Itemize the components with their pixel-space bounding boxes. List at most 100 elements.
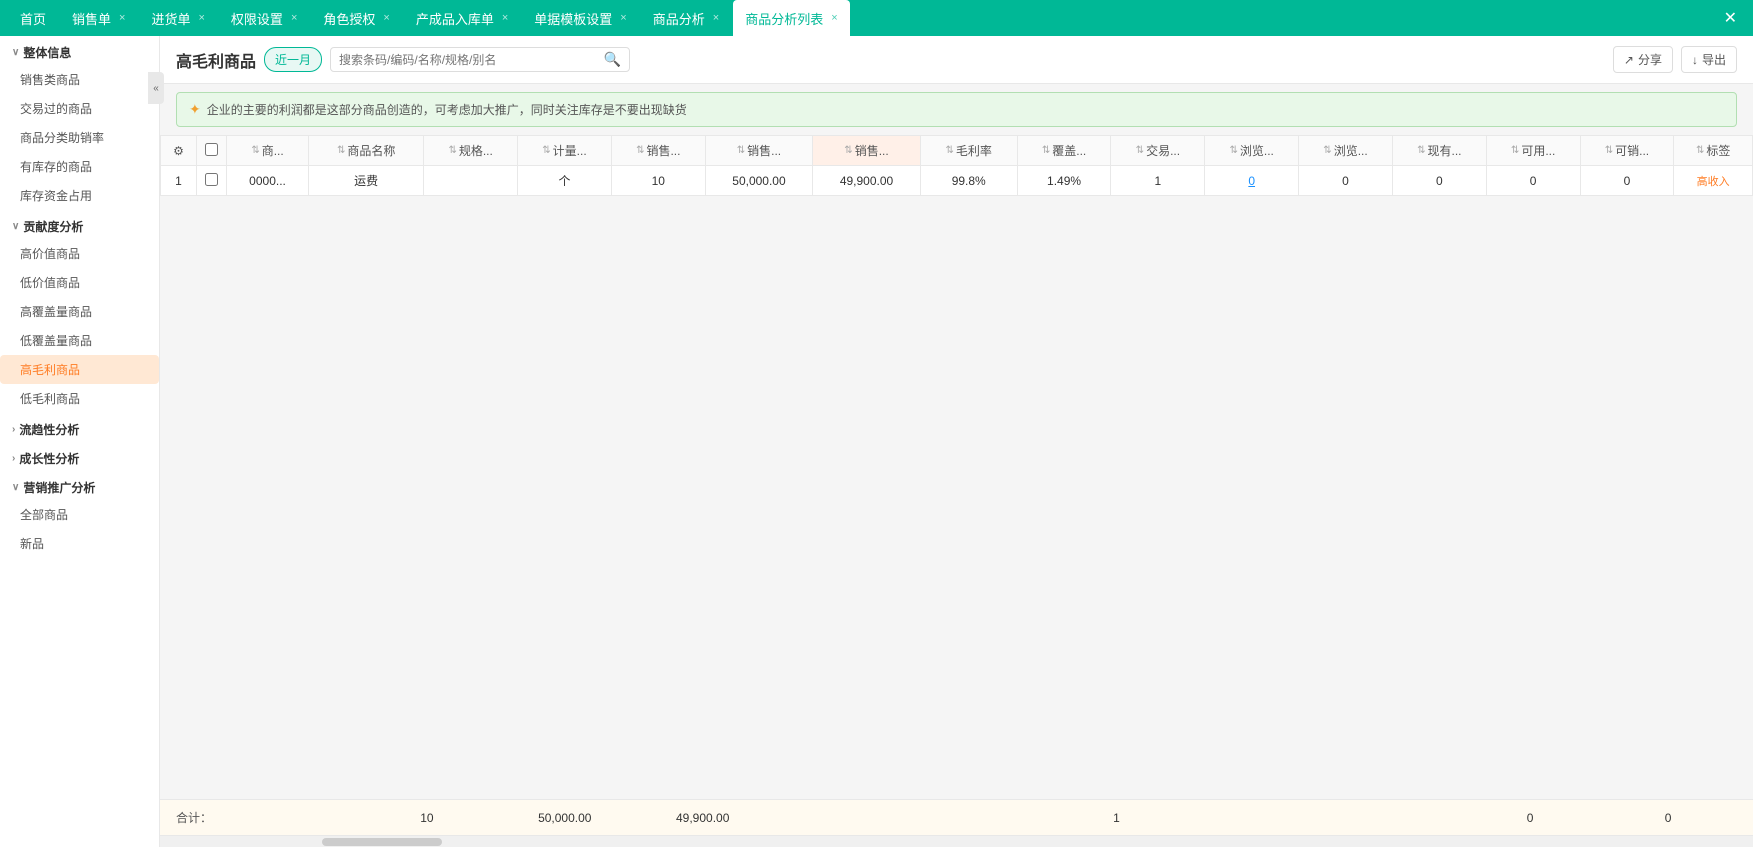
search-icon[interactable]: 🔍: [604, 51, 621, 68]
close-purchase-order[interactable]: ×: [198, 12, 204, 24]
col-unit-sort: ⇅: [542, 145, 550, 156]
settings-icon: ⚙: [173, 144, 184, 158]
cell-gross-rate: 99.8%: [920, 166, 1017, 196]
col-unit[interactable]: ⇅ 计量...: [518, 136, 612, 166]
close-product-analysis[interactable]: ×: [713, 12, 719, 24]
sidebar-item-all-goods[interactable]: 全部商品: [0, 500, 159, 529]
col-sales-qty[interactable]: ⇅ 销售...: [611, 136, 705, 166]
sidebar-group-growth-arrow: ›: [12, 453, 15, 464]
close-template[interactable]: ×: [620, 12, 626, 24]
nav-permission-settings[interactable]: 权限设置 ×: [219, 0, 309, 36]
close-product-analysis-list[interactable]: ×: [831, 12, 837, 24]
col-current[interactable]: ⇅ 现有...: [1392, 136, 1486, 166]
nav-product-analysis[interactable]: 商品分析 ×: [641, 0, 731, 36]
sidebar-item-inventory-goods[interactable]: 有库存的商品: [0, 152, 159, 181]
info-banner: ✦ 企业的主要的利润都是这部分商品创造的，可考虑加大推广，同时关注库存是不要出现…: [176, 92, 1737, 127]
sidebar-item-low-margin[interactable]: 低毛利商品: [0, 384, 159, 413]
col-coverage-sort: ⇅: [1042, 145, 1050, 156]
sidebar-collapse-button[interactable]: «: [148, 72, 164, 104]
col-sales-qty-sort: ⇅: [636, 145, 644, 156]
sidebar-group-growth[interactable]: › 成长性分析: [0, 442, 159, 471]
sidebar-group-trend[interactable]: › 流趋性分析: [0, 413, 159, 442]
col-settings[interactable]: ⚙: [161, 136, 197, 166]
cell-sales-qty: 10: [611, 166, 705, 196]
nav-purchase-order[interactable]: 进货单 ×: [139, 0, 216, 36]
search-input[interactable]: [339, 53, 600, 67]
share-button[interactable]: ↗ 分享: [1613, 46, 1673, 73]
col-salable[interactable]: ⇅ 可销...: [1580, 136, 1674, 166]
col-browse2-sort: ⇅: [1323, 145, 1331, 156]
col-name[interactable]: ⇅ 商品名称: [309, 136, 424, 166]
col-sales-cost[interactable]: ⇅ 销售...: [813, 136, 921, 166]
table-container: ⚙ ⇅ 商... ⇅: [160, 135, 1753, 799]
sidebar-item-high-value[interactable]: 高价值商品: [0, 239, 159, 268]
cell-available: 0: [1486, 166, 1580, 196]
select-all-checkbox[interactable]: [205, 143, 218, 156]
sidebar-item-inventory-capital[interactable]: 库存资金占用: [0, 181, 159, 210]
close-permission[interactable]: ×: [291, 12, 297, 24]
col-transaction-sort: ⇅: [1136, 145, 1144, 156]
close-sales-order[interactable]: ×: [119, 12, 125, 24]
col-tag-sort: ⇅: [1696, 145, 1704, 156]
info-icon: ✦: [189, 101, 201, 118]
nav-sales-order[interactable]: 销售单 ×: [60, 0, 137, 36]
nav-role-auth[interactable]: 角色授权 ×: [311, 0, 401, 36]
col-browse1-sort: ⇅: [1229, 145, 1237, 156]
sidebar-group-contribution[interactable]: ∨ 贡献度分析: [0, 210, 159, 239]
cell-salable: 0: [1580, 166, 1674, 196]
cell-coverage: 1.49%: [1017, 166, 1111, 196]
footer-available: 0: [1628, 811, 1708, 825]
export-button[interactable]: ↓ 导出: [1681, 46, 1737, 73]
nav-template-settings[interactable]: 单据模板设置 ×: [522, 0, 638, 36]
col-browse1[interactable]: ⇅ 浏览...: [1205, 136, 1299, 166]
sidebar-item-low-coverage[interactable]: 低覆盖量商品: [0, 326, 159, 355]
col-code[interactable]: ⇅ 商...: [227, 136, 309, 166]
sidebar-item-low-value[interactable]: 低价值商品: [0, 268, 159, 297]
share-icon: ↗: [1624, 53, 1634, 67]
col-transaction[interactable]: ⇅ 交易...: [1111, 136, 1205, 166]
col-tag[interactable]: ⇅ 标签: [1674, 136, 1753, 166]
footer-sales-amount: 50,000.00: [525, 811, 605, 825]
filter-recent-month[interactable]: 近一月: [264, 47, 322, 72]
col-coverage[interactable]: ⇅ 覆盖...: [1017, 136, 1111, 166]
col-available-sort: ⇅: [1511, 145, 1519, 156]
sidebar-group-marketing[interactable]: ∨ 营销推广分析: [0, 471, 159, 500]
close-product-inbound[interactable]: ×: [502, 12, 508, 24]
sidebar-group-overall[interactable]: ∨ 整体信息: [0, 36, 159, 65]
horizontal-scrollbar[interactable]: [160, 835, 1753, 847]
scrollbar-thumb[interactable]: [322, 838, 442, 846]
cell-tag: 高收入: [1674, 166, 1753, 196]
row-checkbox[interactable]: [205, 173, 218, 186]
top-navigation: 首页 销售单 × 进货单 × 权限设置 × 角色授权 × 产成品入库单 × 单据…: [0, 0, 1753, 36]
sidebar-item-category-assist[interactable]: 商品分类助销率: [0, 123, 159, 152]
col-spec-sort: ⇅: [448, 145, 456, 156]
col-spec[interactable]: ⇅ 规格...: [424, 136, 518, 166]
sidebar-item-high-margin[interactable]: 高毛利商品: [0, 355, 159, 384]
col-available[interactable]: ⇅ 可用...: [1486, 136, 1580, 166]
nav-home[interactable]: 首页: [8, 0, 58, 36]
sidebar-item-sales-goods[interactable]: 销售类商品: [0, 65, 159, 94]
window-close-button[interactable]: ✕: [1716, 8, 1745, 28]
col-sales-amount[interactable]: ⇅ 销售...: [705, 136, 813, 166]
nav-product-inbound[interactable]: 产成品入库单 ×: [404, 0, 520, 36]
col-gross-rate-sort: ⇅: [946, 145, 954, 156]
sidebar-item-high-coverage[interactable]: 高覆盖量商品: [0, 297, 159, 326]
close-role-auth[interactable]: ×: [383, 12, 389, 24]
sidebar: ∨ 整体信息 销售类商品 交易过的商品 商品分类助销率 有库存的商品 库存资金占…: [0, 36, 160, 847]
col-browse2[interactable]: ⇅ 浏览...: [1299, 136, 1393, 166]
cell-unit: 个: [518, 166, 612, 196]
cell-spec: [424, 166, 518, 196]
col-gross-rate[interactable]: ⇅ 毛利率: [920, 136, 1017, 166]
col-sales-amount-sort: ⇅: [737, 145, 745, 156]
sidebar-item-new-goods[interactable]: 新品: [0, 529, 159, 558]
cell-browse1[interactable]: 0: [1205, 166, 1299, 196]
search-box: 🔍: [330, 47, 630, 72]
content-area: 高毛利商品 近一月 🔍 ↗ 分享 ↓ 导出 ✦ 企业的主: [160, 36, 1753, 847]
col-current-sort: ⇅: [1417, 145, 1425, 156]
main-layout: ∨ 整体信息 销售类商品 交易过的商品 商品分类助销率 有库存的商品 库存资金占…: [0, 36, 1753, 847]
sidebar-item-traded-goods[interactable]: 交易过的商品: [0, 94, 159, 123]
cell-browse2: 0: [1299, 166, 1393, 196]
col-sales-cost-sort: ⇅: [844, 145, 852, 156]
nav-product-analysis-list[interactable]: 商品分析列表 ×: [733, 0, 849, 36]
table-row: 1 0000... 运费: [161, 166, 1753, 196]
